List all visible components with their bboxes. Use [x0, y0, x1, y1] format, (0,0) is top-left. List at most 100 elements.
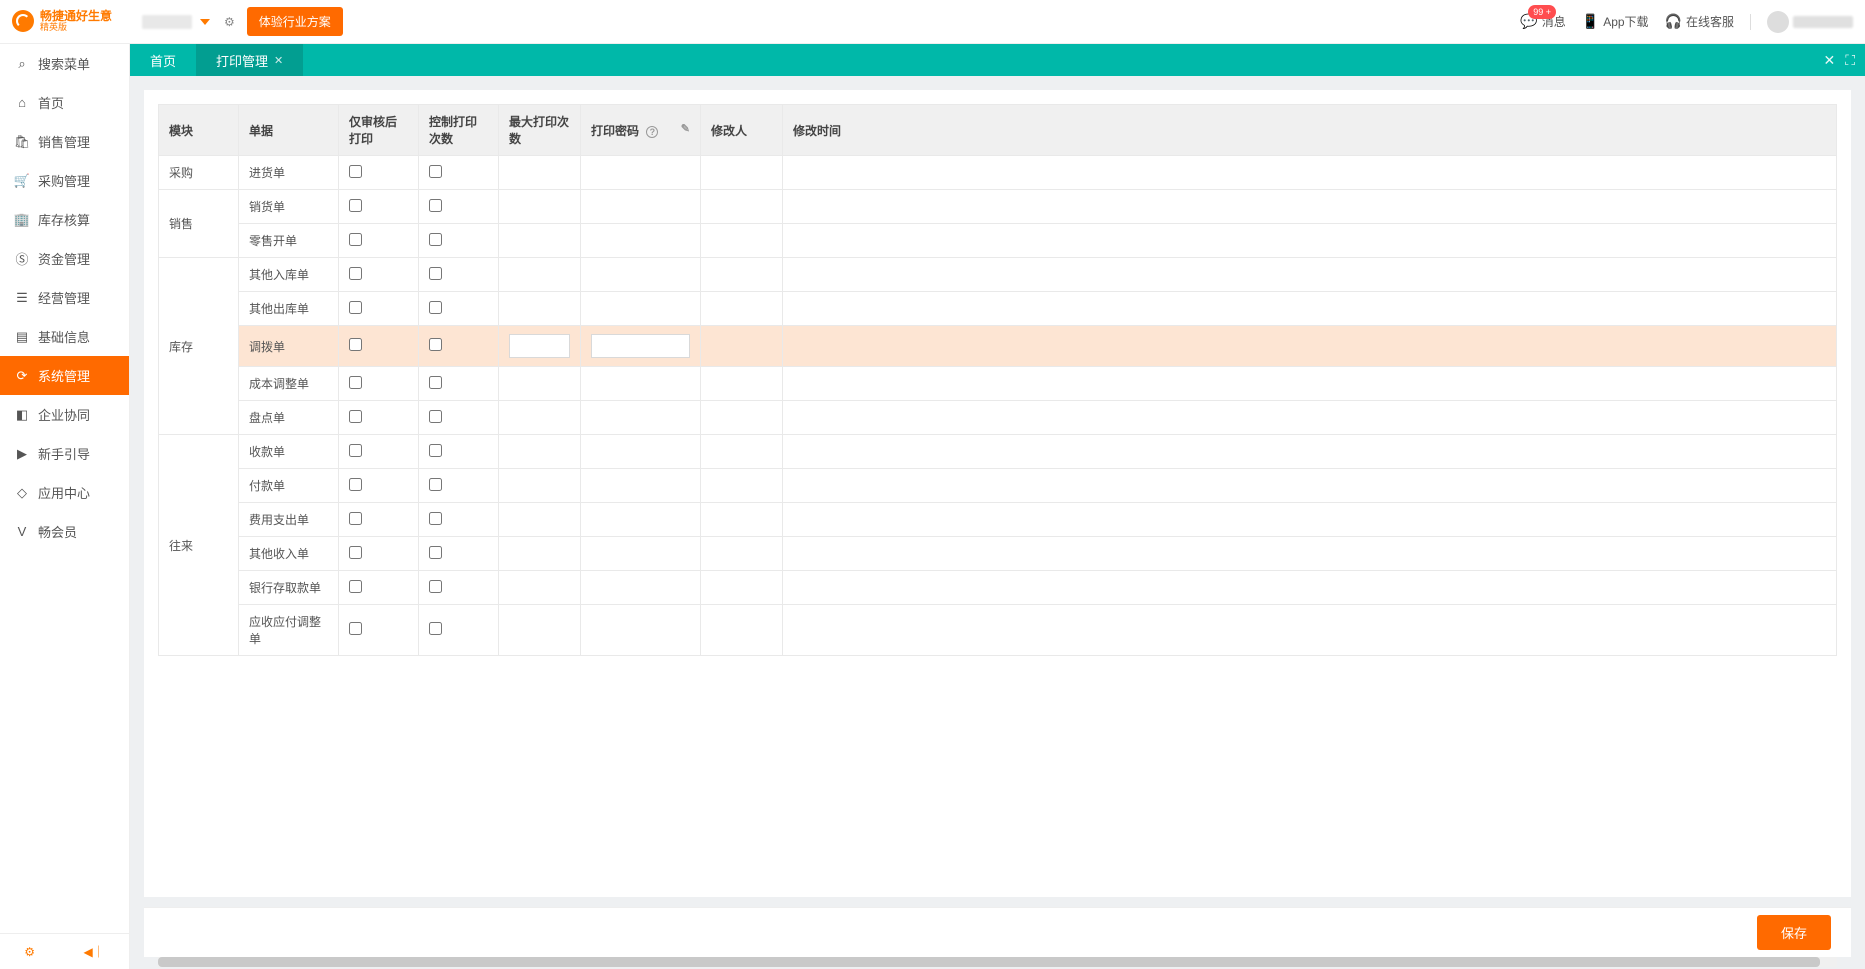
horizontal-scrollbar[interactable]	[158, 957, 1837, 967]
cell-modifier	[701, 326, 783, 367]
table-row: 费用支出单	[159, 503, 1837, 537]
max-count-input[interactable]	[509, 334, 570, 358]
app-download-button[interactable]: 📱 App下载	[1582, 13, 1649, 30]
control-count-checkbox[interactable]	[429, 478, 442, 491]
cell-audited-only	[339, 224, 419, 258]
cell-control-count	[419, 224, 499, 258]
close-all-icon[interactable]: ✕	[1823, 52, 1835, 69]
control-count-checkbox[interactable]	[429, 267, 442, 280]
control-count-checkbox[interactable]	[429, 233, 442, 246]
gear-icon[interactable]: ⚙	[224, 15, 235, 29]
cell-audited-only	[339, 537, 419, 571]
password-input[interactable]	[591, 334, 690, 358]
audited-only-checkbox[interactable]	[349, 301, 362, 314]
audited-only-checkbox[interactable]	[349, 338, 362, 351]
cell-password	[581, 292, 701, 326]
sidebar-item-system[interactable]: ⟳系统管理	[0, 356, 129, 395]
brand-edition: 精英版	[40, 23, 112, 33]
support-button[interactable]: 🎧 在线客服	[1665, 13, 1734, 30]
sidebar-item-home[interactable]: ⌂首页	[0, 83, 129, 122]
cell-password	[581, 224, 701, 258]
cell-modified-at	[783, 435, 1837, 469]
help-icon[interactable]: ?	[646, 126, 658, 138]
cell-doc: 银行存取款单	[239, 571, 339, 605]
sidebar-item-fund[interactable]: Ⓢ资金管理	[0, 239, 129, 278]
tab-print-manage[interactable]: 打印管理 ✕	[196, 44, 303, 76]
cell-control-count	[419, 190, 499, 224]
control-count-checkbox[interactable]	[429, 622, 442, 635]
control-count-checkbox[interactable]	[429, 546, 442, 559]
cell-audited-only	[339, 190, 419, 224]
audited-only-checkbox[interactable]	[349, 410, 362, 423]
audited-only-checkbox[interactable]	[349, 444, 362, 457]
audited-only-checkbox[interactable]	[349, 512, 362, 525]
audited-only-checkbox[interactable]	[349, 233, 362, 246]
sidebar-item-base[interactable]: ▤基础信息	[0, 317, 129, 356]
fullscreen-icon[interactable]: ⛶	[1845, 52, 1855, 69]
audited-only-checkbox[interactable]	[349, 478, 362, 491]
control-count-checkbox[interactable]	[429, 301, 442, 314]
audited-only-checkbox[interactable]	[349, 580, 362, 593]
sidebar-item-search[interactable]: ⌕搜索菜单	[0, 44, 129, 83]
settings-icon[interactable]: ⚙	[24, 945, 35, 959]
close-icon[interactable]: ✕	[274, 54, 283, 67]
audited-only-checkbox[interactable]	[349, 546, 362, 559]
cell-control-count	[419, 292, 499, 326]
cell-doc: 其他出库单	[239, 292, 339, 326]
cell-doc: 应收应付调整单	[239, 605, 339, 656]
control-count-checkbox[interactable]	[429, 338, 442, 351]
cell-max-count	[499, 503, 581, 537]
table-row: 付款单	[159, 469, 1837, 503]
panel: 模块 单据 仅审核后打印 控制打印次数 最大打印次数 打印密码 ? ✎	[144, 90, 1851, 897]
cell-modifier	[701, 292, 783, 326]
edit-icon[interactable]: ✎	[681, 122, 690, 135]
audited-only-checkbox[interactable]	[349, 267, 362, 280]
audited-only-checkbox[interactable]	[349, 199, 362, 212]
cell-control-count	[419, 156, 499, 190]
control-count-checkbox[interactable]	[429, 410, 442, 423]
control-count-checkbox[interactable]	[429, 444, 442, 457]
control-count-checkbox[interactable]	[429, 376, 442, 389]
sidebar-item-member[interactable]: V畅会员	[0, 512, 129, 551]
audited-only-checkbox[interactable]	[349, 376, 362, 389]
control-count-checkbox[interactable]	[429, 199, 442, 212]
audited-only-checkbox[interactable]	[349, 622, 362, 635]
audited-only-checkbox[interactable]	[349, 165, 362, 178]
sidebar: ⌕搜索菜单⌂首页🛍销售管理🛒采购管理🏢库存核算Ⓢ资金管理☰经营管理▤基础信息⟳系…	[0, 44, 130, 969]
sidebar-item-label: 销售管理	[38, 132, 90, 151]
search-icon: ⌕	[14, 56, 30, 72]
industry-cta-button[interactable]: 体验行业方案	[247, 7, 343, 36]
biz-icon: ☰	[14, 290, 30, 306]
save-button[interactable]: 保存	[1757, 915, 1831, 950]
cell-password	[581, 605, 701, 656]
cell-password	[581, 537, 701, 571]
sidebar-item-apps[interactable]: ◇应用中心	[0, 473, 129, 512]
sidebar-item-coop[interactable]: ◧企业协同	[0, 395, 129, 434]
sidebar-item-label: 企业协同	[38, 405, 90, 424]
sidebar-item-guide[interactable]: ▶新手引导	[0, 434, 129, 473]
cell-control-count	[419, 367, 499, 401]
cell-password	[581, 190, 701, 224]
sidebar-item-biz[interactable]: ☰经营管理	[0, 278, 129, 317]
control-count-checkbox[interactable]	[429, 580, 442, 593]
stock-icon: 🏢	[14, 212, 30, 228]
sidebar-item-stock[interactable]: 🏢库存核算	[0, 200, 129, 239]
cell-password	[581, 571, 701, 605]
sidebar-item-sales[interactable]: 🛍销售管理	[0, 122, 129, 161]
messages-button[interactable]: 💬 99 + 消息	[1520, 13, 1565, 30]
cell-control-count	[419, 571, 499, 605]
control-count-checkbox[interactable]	[429, 165, 442, 178]
org-selector[interactable]	[142, 15, 210, 29]
sidebar-item-purchase[interactable]: 🛒采购管理	[0, 161, 129, 200]
collapse-icon[interactable]: ◀｜	[84, 943, 105, 960]
divider	[1750, 14, 1751, 30]
tab-home[interactable]: 首页	[130, 44, 196, 76]
cell-modified-at	[783, 469, 1837, 503]
user-menu[interactable]	[1767, 11, 1853, 33]
cell-doc: 进货单	[239, 156, 339, 190]
cell-control-count	[419, 503, 499, 537]
cell-doc: 零售开单	[239, 224, 339, 258]
table-row: 往来收款单	[159, 435, 1837, 469]
purchase-icon: 🛒	[14, 173, 30, 189]
control-count-checkbox[interactable]	[429, 512, 442, 525]
